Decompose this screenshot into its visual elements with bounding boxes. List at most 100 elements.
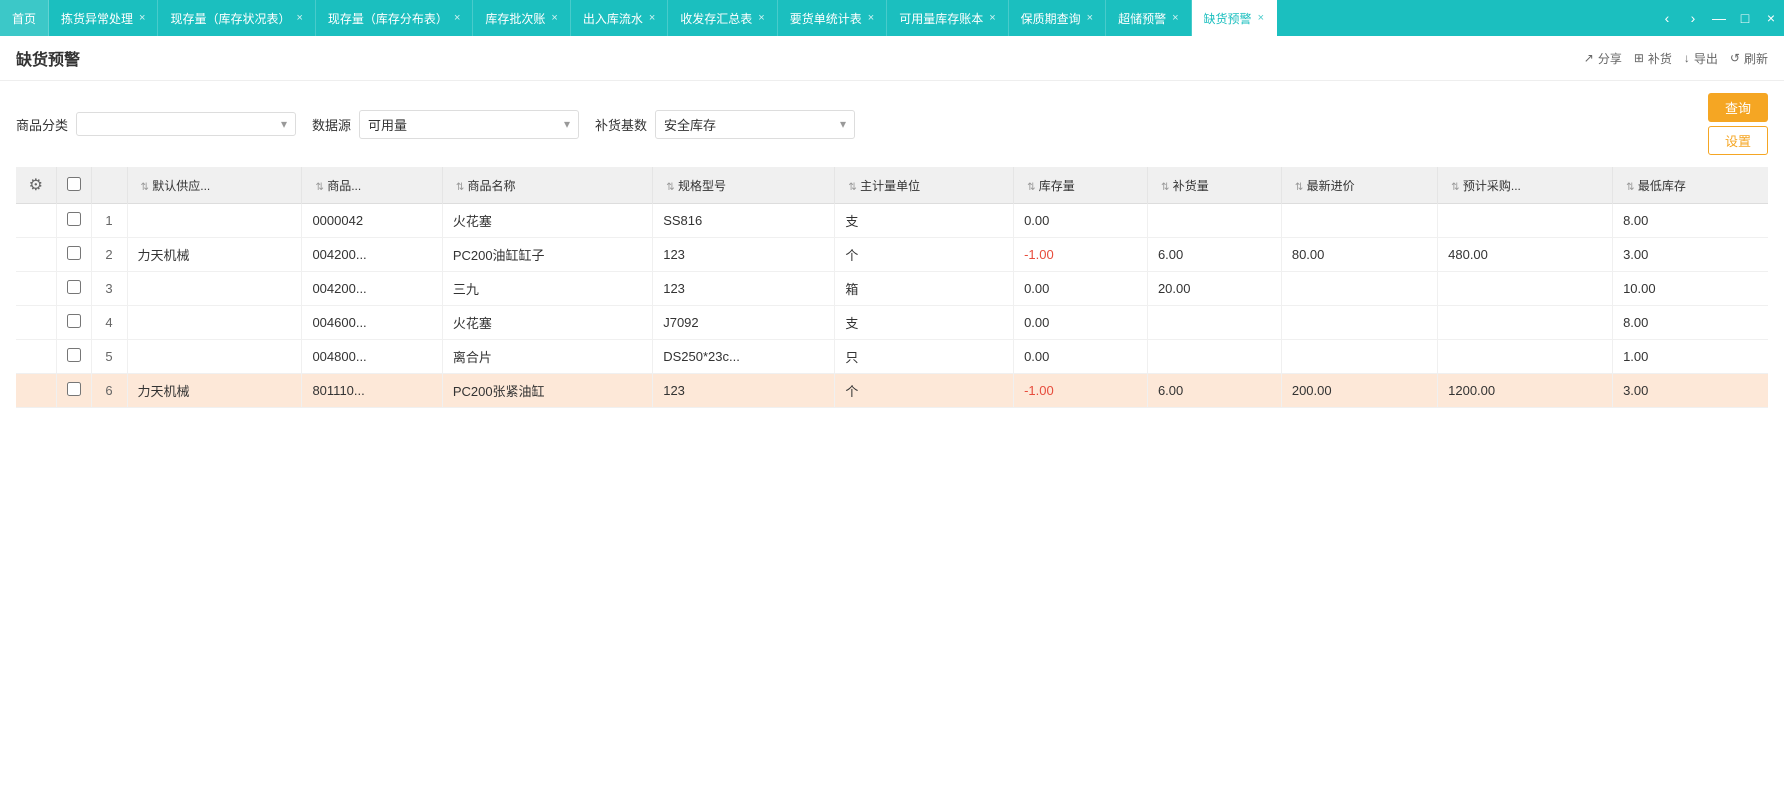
tab-in-out-flow[interactable]: 出入库流水 × — [571, 0, 668, 36]
row-setting-cell — [16, 272, 56, 306]
tab-close-expiry-query[interactable]: × — [1087, 12, 1093, 24]
tab-close-overstock-warning[interactable]: × — [1172, 12, 1178, 24]
col-header-estimated-purchase[interactable]: ⇅ 预计采购... — [1438, 167, 1613, 204]
replenish-base-arrow-icon: ▾ — [840, 117, 846, 131]
tab-available-ledger[interactable]: 可用量库存账本 × — [887, 0, 1008, 36]
row-stock-0: 0.00 — [1014, 204, 1148, 238]
refresh-button[interactable]: ↺ 刷新 — [1730, 50, 1768, 67]
row-setting-cell — [16, 306, 56, 340]
tab-nav-next[interactable]: › — [1680, 10, 1706, 26]
tab-close-in-out-flow[interactable]: × — [649, 12, 655, 24]
select-all-checkbox[interactable] — [67, 177, 81, 191]
sort-icon-spec: ⇅ — [666, 182, 674, 193]
category-select[interactable]: ▾ — [76, 112, 296, 136]
row-supplier-4 — [127, 340, 302, 374]
row-spec-1: 123 — [653, 238, 835, 272]
replenish-base-select[interactable]: 安全库存 ▾ — [655, 110, 855, 139]
row-code-5: 801110... — [302, 374, 442, 408]
row-checkbox-cell[interactable] — [56, 238, 91, 272]
col-header-setting[interactable]: ⚙ — [16, 167, 56, 204]
row-unit-1: 个 — [835, 238, 1014, 272]
col-header-latest-price[interactable]: ⇅ 最新进价 — [1281, 167, 1437, 204]
row-supplier-1: 力天机械 — [127, 238, 302, 272]
query-button[interactable]: 查询 — [1708, 93, 1768, 122]
col-header-unit[interactable]: ⇅ 主计量单位 — [835, 167, 1014, 204]
tab-shortage-warning[interactable]: 缺货预警 × — [1192, 0, 1277, 36]
tab-receive-summary[interactable]: 收发存汇总表 × — [668, 0, 777, 36]
col-header-min-stock[interactable]: ⇅ 最低库存 — [1613, 167, 1768, 204]
tab-close-batch-account[interactable]: × — [551, 12, 557, 24]
settings-button[interactable]: 设置 — [1708, 126, 1768, 155]
row-estimated-0 — [1438, 204, 1613, 238]
tab-home[interactable]: 首页 — [0, 0, 49, 36]
col-header-spec[interactable]: ⇅ 规格型号 — [653, 167, 835, 204]
table-row: 2 力天机械 004200... PC200油缸缸子 123 个 -1.00 6… — [16, 238, 1768, 272]
replenish-button[interactable]: ⊞ 补货 — [1634, 50, 1672, 67]
row-checkbox-1[interactable] — [67, 246, 81, 260]
row-setting-cell — [16, 238, 56, 272]
row-checkbox-cell[interactable] — [56, 204, 91, 238]
tab-close-all[interactable]: × — [1758, 10, 1784, 26]
row-minstock-0: 8.00 — [1613, 204, 1768, 238]
export-icon: ↓ — [1684, 51, 1690, 65]
tab-minimize[interactable]: — — [1706, 10, 1732, 26]
table-container: ⚙ ⇅ 默认供应... ⇅ 商品... ⇅ 商品名称 ⇅ 规格型号 ⇅ 主计量单… — [0, 167, 1784, 424]
row-supplier-2 — [127, 272, 302, 306]
sort-icon-price: ⇅ — [1295, 182, 1303, 193]
row-num-5: 6 — [91, 374, 127, 408]
tab-close-stock-dist[interactable]: × — [454, 12, 460, 24]
row-name-5: PC200张紧油缸 — [442, 374, 652, 408]
tab-close-stock-status[interactable]: × — [296, 12, 302, 24]
tab-close-available-ledger[interactable]: × — [989, 12, 995, 24]
tab-close-shortage-warning[interactable]: × — [1258, 12, 1264, 24]
row-num-1: 2 — [91, 238, 127, 272]
row-supplier-0 — [127, 204, 302, 238]
col-header-check[interactable] — [56, 167, 91, 204]
row-checkbox-0[interactable] — [67, 212, 81, 226]
row-stock-5: -1.00 — [1014, 374, 1148, 408]
row-num-0: 1 — [91, 204, 127, 238]
row-stock-4: 0.00 — [1014, 340, 1148, 374]
tab-batch-account[interactable]: 库存批次账 × — [473, 0, 570, 36]
table-header-row: ⚙ ⇅ 默认供应... ⇅ 商品... ⇅ 商品名称 ⇅ 规格型号 ⇅ 主计量单… — [16, 167, 1768, 204]
row-code-2: 004200... — [302, 272, 442, 306]
row-spec-5: 123 — [653, 374, 835, 408]
export-button[interactable]: ↓ 导出 — [1684, 50, 1718, 67]
tab-overstock-warning[interactable]: 超储预警 × — [1106, 0, 1191, 36]
row-checkbox-cell[interactable] — [56, 374, 91, 408]
filter-actions: 查询 设置 — [1708, 93, 1768, 155]
share-button[interactable]: ↗ 分享 — [1584, 50, 1622, 67]
tab-order-stats[interactable]: 要货单统计表 × — [778, 0, 887, 36]
col-header-supplier[interactable]: ⇅ 默认供应... — [127, 167, 302, 204]
row-minstock-4: 1.00 — [1613, 340, 1768, 374]
tab-nav-prev[interactable]: ‹ — [1654, 10, 1680, 26]
row-checkbox-2[interactable] — [67, 280, 81, 294]
row-checkbox-3[interactable] — [67, 314, 81, 328]
tab-stock-status[interactable]: 现存量（库存状况表） × — [158, 0, 315, 36]
col-header-product-name[interactable]: ⇅ 商品名称 — [442, 167, 652, 204]
table-row: 4 004600... 火花塞 J7092 支 0.00 8.00 — [16, 306, 1768, 340]
row-checkbox-5[interactable] — [67, 382, 81, 396]
row-estimated-3 — [1438, 306, 1613, 340]
tab-close-defect-processing[interactable]: × — [139, 12, 145, 24]
row-checkbox-cell[interactable] — [56, 272, 91, 306]
datasource-select[interactable]: 可用量 ▾ — [359, 110, 579, 139]
row-replenish-2: 20.00 — [1147, 272, 1281, 306]
row-checkbox-cell[interactable] — [56, 306, 91, 340]
tab-maximize[interactable]: □ — [1732, 10, 1758, 26]
tab-expiry-query[interactable]: 保质期查询 × — [1009, 0, 1106, 36]
row-supplier-3 — [127, 306, 302, 340]
tab-defect-processing[interactable]: 拣货异常处理 × — [49, 0, 158, 36]
sort-icon-minstock: ⇅ — [1626, 182, 1634, 193]
row-checkbox-4[interactable] — [67, 348, 81, 362]
tab-close-order-stats[interactable]: × — [868, 12, 874, 24]
row-replenish-5: 6.00 — [1147, 374, 1281, 408]
col-header-replenish-qty[interactable]: ⇅ 补货量 — [1147, 167, 1281, 204]
col-header-product-code[interactable]: ⇅ 商品... — [302, 167, 442, 204]
tab-close-receive-summary[interactable]: × — [758, 12, 764, 24]
tab-stock-dist[interactable]: 现存量（库存分布表） × — [316, 0, 473, 36]
row-checkbox-cell[interactable] — [56, 340, 91, 374]
col-header-stock-qty[interactable]: ⇅ 库存量 — [1014, 167, 1148, 204]
row-setting-cell — [16, 340, 56, 374]
row-estimated-1: 480.00 — [1438, 238, 1613, 272]
